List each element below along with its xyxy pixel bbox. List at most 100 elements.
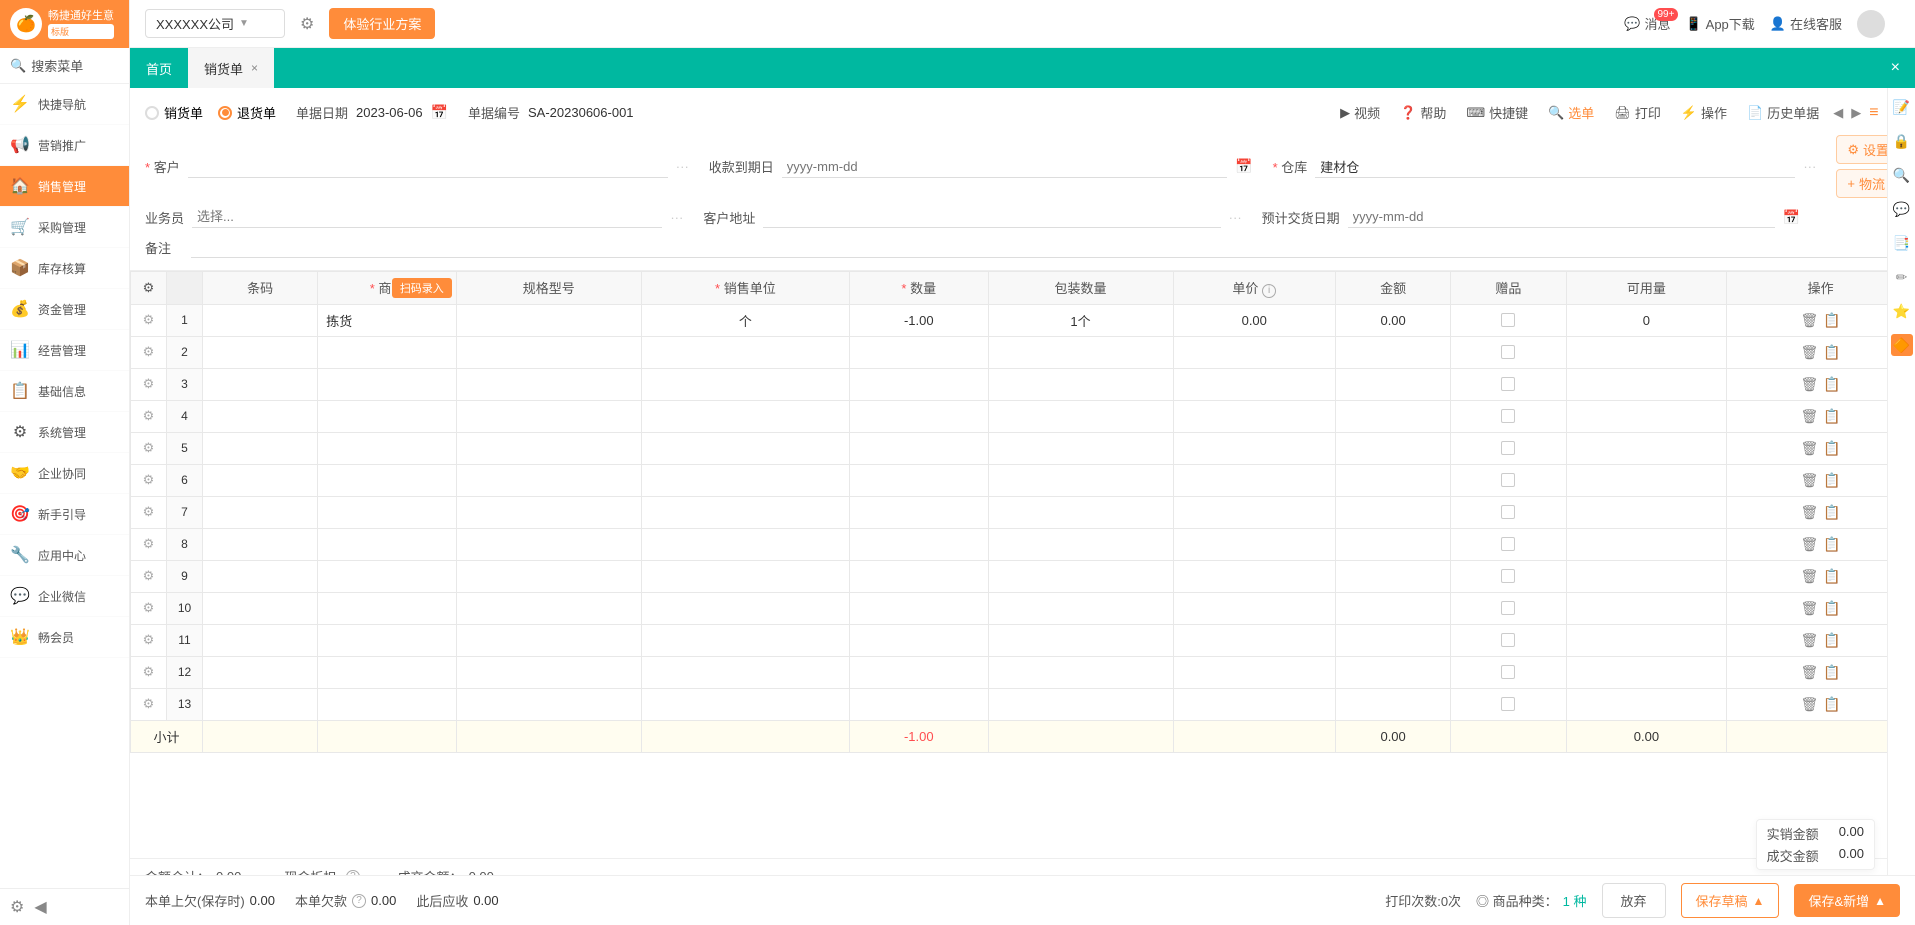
td-qty-7[interactable] [850, 528, 989, 560]
video-btn[interactable]: ▶ 视频 [1334, 100, 1386, 125]
sidebar-item-apps[interactable]: 🔧 应用中心 [0, 535, 129, 576]
td-product-1[interactable] [318, 336, 457, 368]
td-gift-9[interactable] [1451, 592, 1566, 624]
sidebar-item-finance[interactable]: 💰 资金管理 [0, 289, 129, 330]
td-unit-price-1[interactable] [1173, 336, 1336, 368]
td-gift-4[interactable] [1451, 432, 1566, 464]
td-qty-12[interactable] [850, 688, 989, 720]
td-qty-0[interactable]: -1.00 [850, 304, 989, 336]
sidebar-item-member[interactable]: 👑 畅会员 [0, 617, 129, 658]
row-settings-icon-12[interactable]: ⚙ [143, 696, 155, 711]
td-settings-5[interactable]: ⚙ [131, 464, 167, 496]
td-qty-2[interactable] [850, 368, 989, 400]
gift-checkbox-5[interactable] [1501, 473, 1515, 487]
right-panel-icon-2[interactable]: 🔒 [1891, 130, 1913, 152]
td-barcode-5[interactable] [203, 464, 318, 496]
td-unit-8[interactable] [641, 560, 849, 592]
td-gift-3[interactable] [1451, 400, 1566, 432]
td-barcode-2[interactable] [203, 368, 318, 400]
td-gift-0[interactable] [1451, 304, 1566, 336]
td-settings-11[interactable]: ⚙ [131, 656, 167, 688]
td-spec-5[interactable] [456, 464, 641, 496]
td-pack-qty-2[interactable] [988, 368, 1173, 400]
gift-checkbox-4[interactable] [1501, 441, 1515, 455]
copy-icon-6[interactable]: 📋 [1823, 504, 1840, 521]
td-gift-12[interactable] [1451, 688, 1566, 720]
right-panel-icon-5[interactable]: 📑 [1891, 232, 1913, 254]
td-qty-6[interactable] [850, 496, 989, 528]
delete-icon-6[interactable]: 🗑 [1801, 504, 1819, 521]
sidebar-item-marketing[interactable]: 📢 营销推广 [0, 125, 129, 166]
td-settings-1[interactable]: ⚙ [131, 336, 167, 368]
sidebar-item-wecom[interactable]: 💬 企业微信 [0, 576, 129, 617]
sidebar-item-basic[interactable]: 📋 基础信息 [0, 371, 129, 412]
td-gift-10[interactable] [1451, 624, 1566, 656]
payment-date-cal-icon[interactable]: 📅 [1235, 158, 1252, 175]
salesman-input[interactable] [192, 206, 662, 228]
warehouse-more-icon[interactable]: ··· [1803, 159, 1816, 174]
sidebar-item-purchase[interactable]: 🛒 采购管理 [0, 207, 129, 248]
td-spec-9[interactable] [456, 592, 641, 624]
td-product-9[interactable] [318, 592, 457, 624]
expected-date-cal-icon[interactable]: 📅 [1783, 209, 1800, 226]
delete-icon-1[interactable]: 🗑 [1801, 344, 1819, 361]
td-barcode-0[interactable] [203, 304, 318, 336]
copy-icon-11[interactable]: 📋 [1823, 664, 1840, 681]
row-settings-icon-1[interactable]: ⚙ [143, 344, 155, 359]
td-pack-qty-11[interactable] [988, 656, 1173, 688]
copy-icon-9[interactable]: 📋 [1823, 600, 1840, 617]
td-unit-price-2[interactable] [1173, 368, 1336, 400]
right-panel-icon-8[interactable]: 🔶 [1891, 334, 1913, 356]
td-barcode-7[interactable] [203, 528, 318, 560]
salesman-more-icon[interactable]: ··· [670, 210, 683, 225]
gift-checkbox-3[interactable] [1501, 409, 1515, 423]
td-amount-9[interactable] [1336, 592, 1451, 624]
row-settings-icon-2[interactable]: ⚙ [143, 376, 155, 391]
td-settings-12[interactable]: ⚙ [131, 688, 167, 720]
td-product-3[interactable] [318, 400, 457, 432]
experience-btn[interactable]: 体验行业方案 [329, 8, 435, 39]
td-pack-qty-1[interactable] [988, 336, 1173, 368]
td-settings-9[interactable]: ⚙ [131, 592, 167, 624]
td-gift-7[interactable] [1451, 528, 1566, 560]
user-avatar[interactable] [1857, 10, 1885, 38]
td-unit-price-0[interactable]: 0.00 [1173, 304, 1336, 336]
td-qty-11[interactable] [850, 656, 989, 688]
copy-icon-5[interactable]: 📋 [1823, 472, 1840, 489]
td-product-0[interactable]: 拣货 [318, 304, 457, 336]
expected-date-input[interactable] [1348, 206, 1775, 228]
gift-checkbox-8[interactable] [1501, 569, 1515, 583]
td-pack-qty-6[interactable] [988, 496, 1173, 528]
nav-next-icon[interactable]: ▶ [1851, 105, 1861, 121]
shortcut-btn[interactable]: ⌨ 快捷键 [1460, 100, 1534, 125]
td-qty-1[interactable] [850, 336, 989, 368]
td-barcode-10[interactable] [203, 624, 318, 656]
td-barcode-12[interactable] [203, 688, 318, 720]
td-qty-4[interactable] [850, 432, 989, 464]
row-settings-icon-8[interactable]: ⚙ [143, 568, 155, 583]
td-spec-3[interactable] [456, 400, 641, 432]
td-pack-qty-9[interactable] [988, 592, 1173, 624]
row-settings-icon-10[interactable]: ⚙ [143, 632, 155, 647]
td-amount-2[interactable] [1336, 368, 1451, 400]
td-unit-4[interactable] [641, 432, 849, 464]
delete-icon-3[interactable]: 🗑 [1801, 408, 1819, 425]
delete-icon-8[interactable]: 🗑 [1801, 568, 1819, 585]
td-unit-9[interactable] [641, 592, 849, 624]
td-amount-3[interactable] [1336, 400, 1451, 432]
td-gift-6[interactable] [1451, 496, 1566, 528]
copy-icon-3[interactable]: 📋 [1823, 408, 1840, 425]
td-unit-7[interactable] [641, 528, 849, 560]
td-unit-0[interactable]: 个 [641, 304, 849, 336]
sidebar-item-business[interactable]: 📊 经营管理 [0, 330, 129, 371]
td-pack-qty-7[interactable] [988, 528, 1173, 560]
td-settings-6[interactable]: ⚙ [131, 496, 167, 528]
message-btn[interactable]: 💬 消息 99+ [1624, 14, 1670, 33]
td-amount-12[interactable] [1336, 688, 1451, 720]
td-settings-8[interactable]: ⚙ [131, 560, 167, 592]
online-service-btn[interactable]: 👤 在线客服 [1770, 14, 1842, 33]
td-spec-1[interactable] [456, 336, 641, 368]
delete-icon-5[interactable]: 🗑 [1801, 472, 1819, 489]
td-amount-8[interactable] [1336, 560, 1451, 592]
td-unit-price-7[interactable] [1173, 528, 1336, 560]
